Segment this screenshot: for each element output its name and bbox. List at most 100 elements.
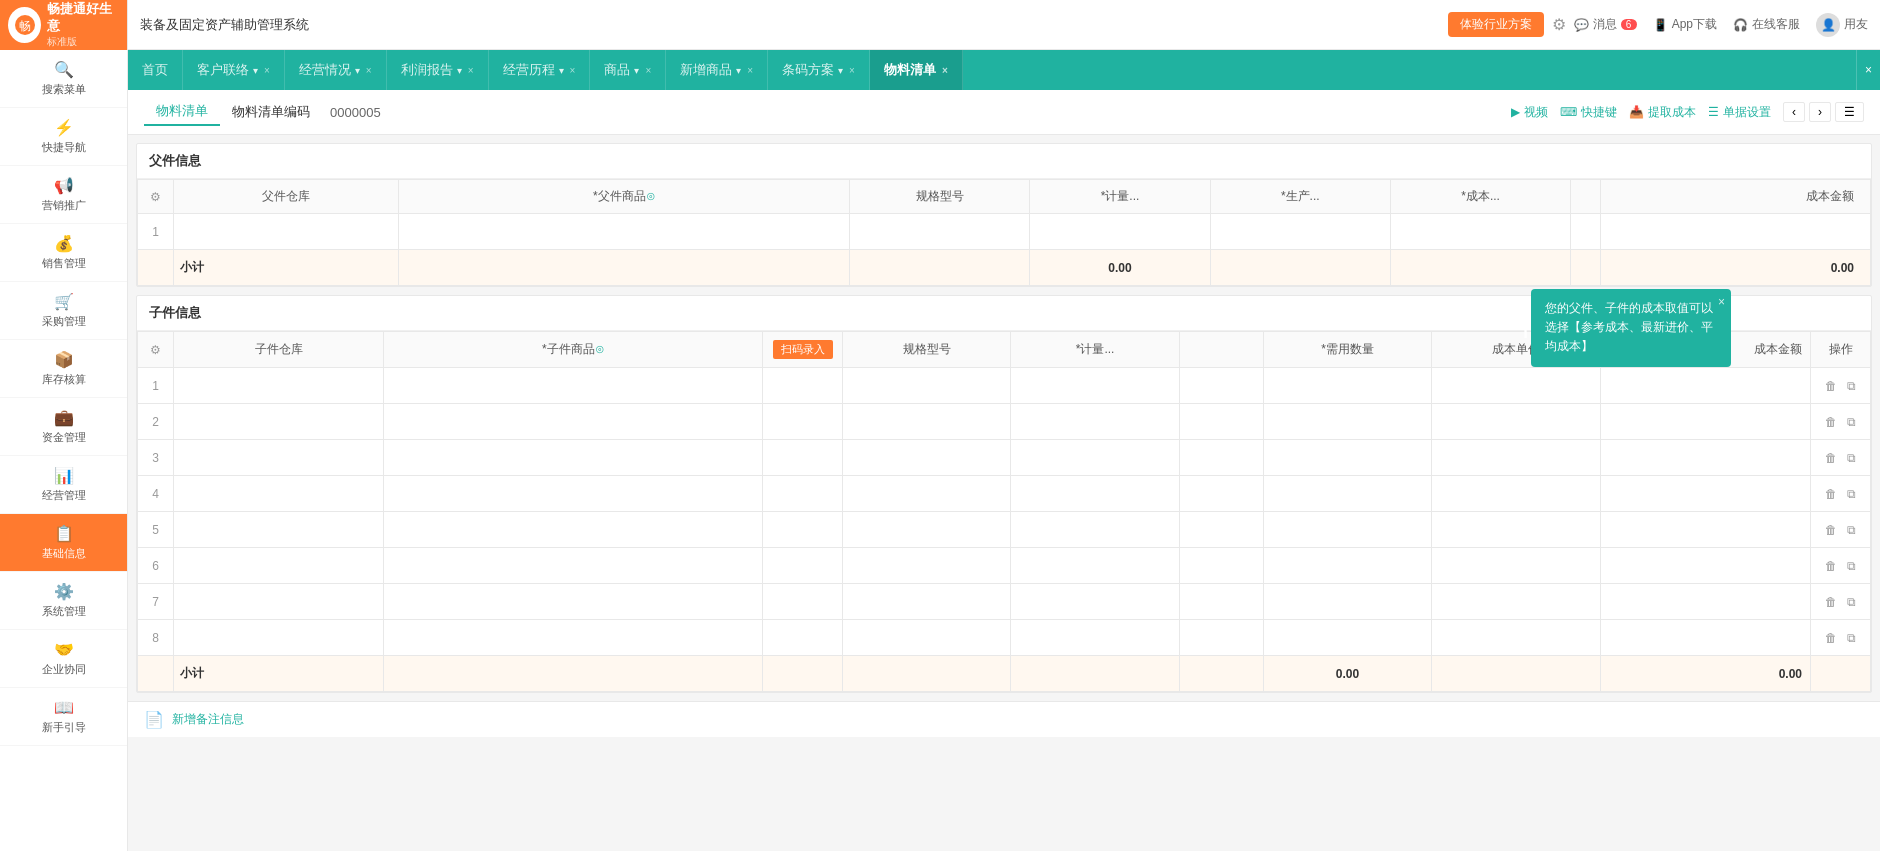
child-price-cell-7[interactable] <box>1432 584 1600 620</box>
tooltip-close-btn[interactable]: × <box>1718 293 1725 312</box>
tab-history-close[interactable]: × <box>570 65 576 76</box>
parent-product-cell[interactable] <box>399 214 850 250</box>
child-unit-cell-8[interactable] <box>1011 620 1179 656</box>
child-warehouse-cell-8[interactable] <box>174 620 384 656</box>
child-qty-cell-6[interactable] <box>1263 548 1431 584</box>
scan-btn[interactable]: 扫码录入 <box>773 340 833 359</box>
copy-icon-8[interactable]: ⧉ <box>1847 631 1856 645</box>
parent-unit-cell[interactable] <box>1030 214 1210 250</box>
child-spec-cell-1[interactable] <box>843 368 1011 404</box>
child-price-cell-1[interactable] <box>1432 368 1600 404</box>
child-product-cell-3[interactable] <box>384 440 763 476</box>
child-qty-cell-7[interactable] <box>1263 584 1431 620</box>
tab-product-close[interactable]: × <box>645 65 651 76</box>
sidebar-item-marketing[interactable]: 📢 营销推广 <box>0 166 127 224</box>
delete-icon-1[interactable]: 🗑 <box>1825 379 1837 393</box>
tab-barcode[interactable]: 条码方案 ▾ × <box>768 50 870 90</box>
child-unit-cell-6[interactable] <box>1011 548 1179 584</box>
copy-icon-2[interactable]: ⧉ <box>1847 415 1856 429</box>
video-btn[interactable]: ▶ 视频 <box>1511 104 1548 121</box>
child-amount-cell-7[interactable] <box>1600 584 1810 620</box>
child-price-cell-5[interactable] <box>1432 512 1600 548</box>
tab-customer-close[interactable]: × <box>264 65 270 76</box>
sidebar-item-finance[interactable]: 💼 资金管理 <box>0 398 127 456</box>
child-spec-cell-2[interactable] <box>843 404 1011 440</box>
child-qty-cell-3[interactable] <box>1263 440 1431 476</box>
child-amount-cell-5[interactable] <box>1600 512 1810 548</box>
sidebar-item-search[interactable]: 🔍 搜索菜单 <box>0 50 127 108</box>
child-product-cell-6[interactable] <box>384 548 763 584</box>
child-warehouse-cell-1[interactable] <box>174 368 384 404</box>
child-amount-cell-6[interactable] <box>1600 548 1810 584</box>
breadcrumb-bom[interactable]: 物料清单 <box>144 98 220 126</box>
child-spec-cell-4[interactable] <box>843 476 1011 512</box>
next-page-btn[interactable]: › <box>1809 102 1831 122</box>
parent-spec-cell[interactable] <box>850 214 1030 250</box>
child-spec-cell-6[interactable] <box>843 548 1011 584</box>
tab-operation-status[interactable]: 经营情况 ▾ × <box>285 50 387 90</box>
child-amount-cell-1[interactable] <box>1600 368 1810 404</box>
app-download-action[interactable]: 📱 App下载 <box>1653 16 1717 33</box>
parent-produce-cell[interactable] <box>1210 214 1390 250</box>
child-unit-cell-1[interactable] <box>1011 368 1179 404</box>
child-unit-cell-7[interactable] <box>1011 584 1179 620</box>
online-service-action[interactable]: 🎧 在线客服 <box>1733 16 1800 33</box>
child-product-cell-4[interactable] <box>384 476 763 512</box>
tab-op-close[interactable]: × <box>366 65 372 76</box>
child-amount-cell-4[interactable] <box>1600 476 1810 512</box>
copy-icon-1[interactable]: ⧉ <box>1847 379 1856 393</box>
child-unit-cell-3[interactable] <box>1011 440 1179 476</box>
child-price-cell-2[interactable] <box>1432 404 1600 440</box>
tab-barcode-close[interactable]: × <box>849 65 855 76</box>
child-amount-cell-2[interactable] <box>1600 404 1810 440</box>
shortcut-btn[interactable]: ⌨ 快捷键 <box>1560 104 1617 121</box>
parent-cost-cell[interactable] <box>1390 214 1570 250</box>
sidebar-item-inventory[interactable]: 📦 库存核算 <box>0 340 127 398</box>
delete-icon-7[interactable]: 🗑 <box>1825 595 1837 609</box>
child-product-cell-1[interactable] <box>384 368 763 404</box>
child-spec-cell-7[interactable] <box>843 584 1011 620</box>
extract-cost-btn[interactable]: 📥 提取成本 <box>1629 104 1696 121</box>
single-setting-btn[interactable]: ☰ 单据设置 <box>1708 104 1771 121</box>
parent-amount-cell[interactable] <box>1600 214 1871 250</box>
sidebar-item-guide[interactable]: 📖 新手引导 <box>0 688 127 746</box>
child-warehouse-cell-5[interactable] <box>174 512 384 548</box>
try-button[interactable]: 体验行业方案 <box>1448 12 1544 37</box>
child-qty-cell-1[interactable] <box>1263 368 1431 404</box>
gear-icon[interactable]: ⚙ <box>1552 15 1566 34</box>
delete-icon-5[interactable]: 🗑 <box>1825 523 1837 537</box>
delete-icon-4[interactable]: 🗑 <box>1825 487 1837 501</box>
tab-new-product-close[interactable]: × <box>747 65 753 76</box>
child-amount-cell-8[interactable] <box>1600 620 1810 656</box>
sidebar-item-operation[interactable]: 📊 经营管理 <box>0 456 127 514</box>
child-spec-cell-8[interactable] <box>843 620 1011 656</box>
child-price-cell-8[interactable] <box>1432 620 1600 656</box>
delete-icon-6[interactable]: 🗑 <box>1825 559 1837 573</box>
delete-icon-8[interactable]: 🗑 <box>1825 631 1837 645</box>
tab-product[interactable]: 商品 ▾ × <box>590 50 666 90</box>
child-amount-cell-3[interactable] <box>1600 440 1810 476</box>
child-price-cell-3[interactable] <box>1432 440 1600 476</box>
sidebar-item-collab[interactable]: 🤝 企业协同 <box>0 630 127 688</box>
child-warehouse-cell-7[interactable] <box>174 584 384 620</box>
child-qty-cell-8[interactable] <box>1263 620 1431 656</box>
child-warehouse-cell-3[interactable] <box>174 440 384 476</box>
user-action[interactable]: 👤 用友 <box>1816 13 1868 37</box>
sidebar-item-sales[interactable]: 💰 销售管理 <box>0 224 127 282</box>
tab-profit-close[interactable]: × <box>468 65 474 76</box>
message-action[interactable]: 💬 消息 6 <box>1574 16 1637 33</box>
tab-home[interactable]: 首页 <box>128 50 183 90</box>
sidebar-item-quick[interactable]: ⚡ 快捷导航 <box>0 108 127 166</box>
sidebar-item-purchase[interactable]: 🛒 采购管理 <box>0 282 127 340</box>
child-product-cell-7[interactable] <box>384 584 763 620</box>
sidebar-item-basic[interactable]: 📋 基础信息 <box>0 514 127 572</box>
child-unit-cell-4[interactable] <box>1011 476 1179 512</box>
sidebar-item-system[interactable]: ⚙️ 系统管理 <box>0 572 127 630</box>
prev-page-btn[interactable]: ‹ <box>1783 102 1805 122</box>
parent-warehouse-cell[interactable] <box>174 214 399 250</box>
child-warehouse-cell-4[interactable] <box>174 476 384 512</box>
copy-icon-6[interactable]: ⧉ <box>1847 559 1856 573</box>
child-product-cell-8[interactable] <box>384 620 763 656</box>
child-price-cell-4[interactable] <box>1432 476 1600 512</box>
add-remark-btn[interactable]: 新增备注信息 <box>172 711 244 728</box>
